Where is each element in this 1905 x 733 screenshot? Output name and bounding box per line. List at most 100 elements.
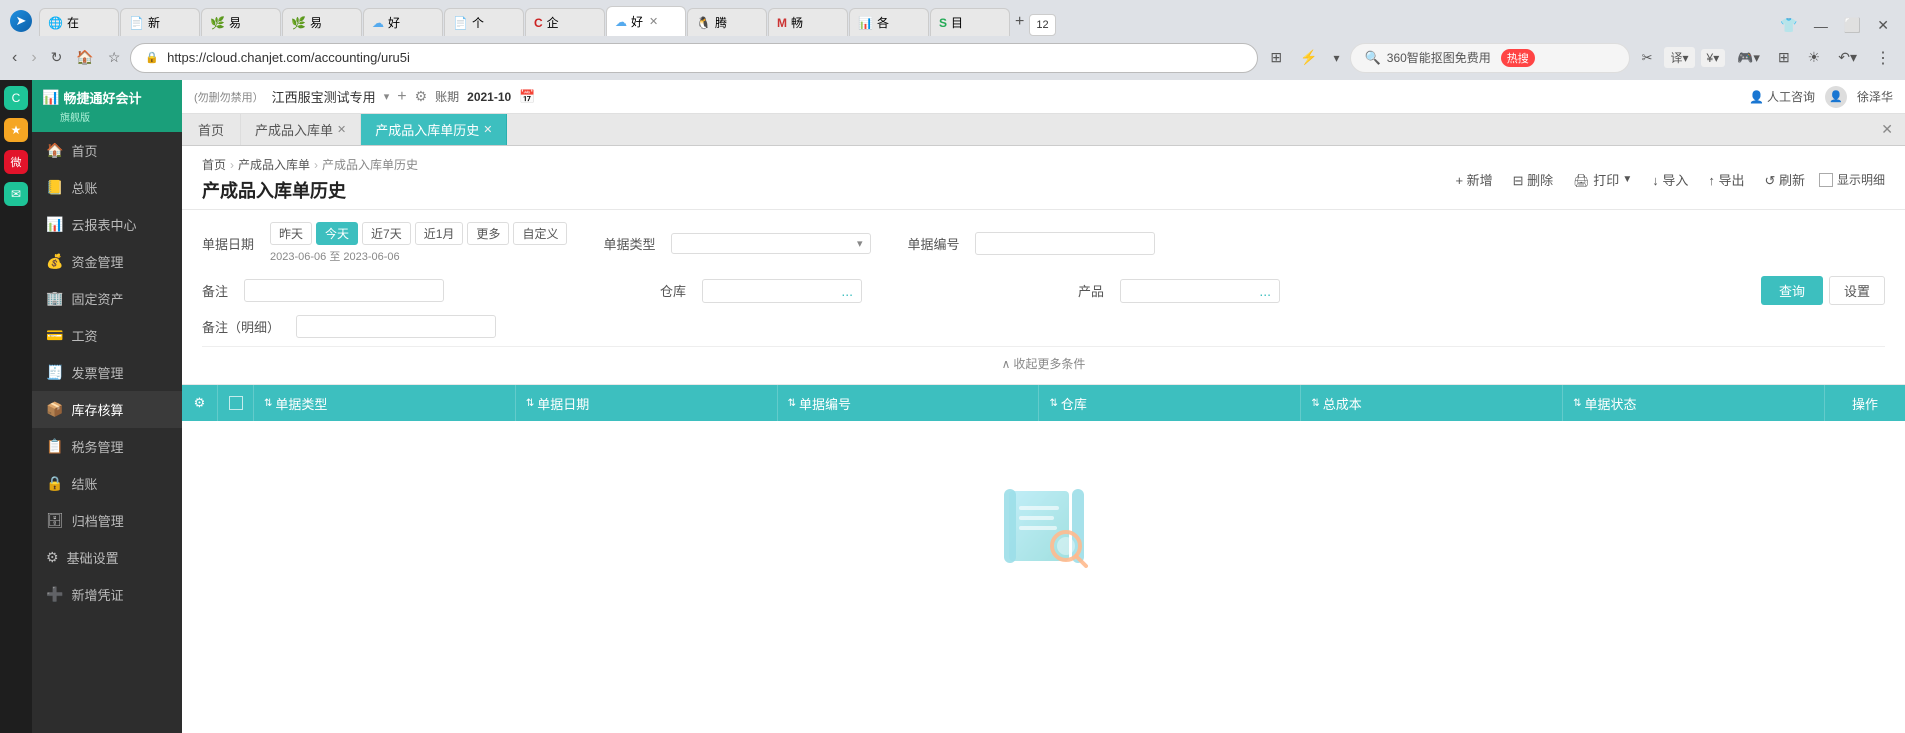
query-button[interactable]: 查询 — [1761, 276, 1823, 305]
tab-8-close[interactable]: ✕ — [649, 15, 658, 28]
th-settings[interactable]: ⚙ — [182, 385, 218, 421]
nav-forward[interactable]: › — [27, 47, 40, 69]
lightning-icon[interactable]: ⚡ — [1294, 47, 1323, 68]
sidebar-item-fixed-assets[interactable]: 🏢 固定资产 — [32, 280, 182, 317]
date-btn-more[interactable]: 更多 — [467, 222, 509, 245]
sidebar-item-payroll[interactable]: 💳 工资 — [32, 317, 182, 354]
tab-inventory-history[interactable]: 产成品入库单历史 ✕ — [361, 114, 507, 145]
th-status[interactable]: ⇅ 单据状态 — [1563, 385, 1825, 421]
tab-1[interactable]: 🌐 在 — [39, 8, 119, 36]
tab-11[interactable]: 📊 各 — [849, 8, 929, 36]
import-button[interactable]: ↓ 导入 — [1646, 167, 1694, 192]
show-detail-checkbox[interactable] — [1819, 173, 1833, 187]
num-input[interactable] — [975, 232, 1155, 255]
th-cost[interactable]: ⇅ 总成本 — [1301, 385, 1563, 421]
company-dropdown-icon[interactable]: ▾ — [384, 90, 390, 103]
th-type[interactable]: ⇅ 单据类型 — [254, 385, 516, 421]
breadcrumb-inventory[interactable]: 产成品入库单 — [238, 156, 310, 173]
sidebar-item-new-voucher[interactable]: ➕ 新增凭证 — [32, 576, 182, 613]
tab-10[interactable]: M 畅 — [768, 8, 848, 36]
tab-close-x[interactable]: ✕ — [1869, 114, 1905, 145]
maximize-button[interactable]: ⬜ — [1838, 15, 1867, 36]
apps-grid-icon[interactable]: ⊞ — [1772, 47, 1796, 68]
grid-icon[interactable]: ⊞ — [1264, 47, 1288, 68]
avatar[interactable]: 👤 — [1825, 86, 1847, 108]
date-btn-7days[interactable]: 近7天 — [362, 222, 411, 245]
breadcrumb-home[interactable]: 首页 — [202, 156, 226, 173]
refresh-button[interactable]: ↺ 刷新 — [1758, 167, 1811, 192]
nav-home[interactable]: 🏠 — [72, 47, 97, 68]
tab-home[interactable]: 首页 — [182, 114, 241, 145]
company-name[interactable]: 江西服宝测试专用 — [272, 87, 376, 106]
sidebar-item-invoice[interactable]: 🧾 发票管理 — [32, 354, 182, 391]
tab-inventory-list[interactable]: 产成品入库单 ✕ — [241, 114, 361, 145]
remark-input[interactable] — [244, 279, 444, 302]
remark-detail-input[interactable] — [296, 315, 496, 338]
shirt-icon[interactable]: 👕 — [1774, 15, 1803, 36]
yuan-icon[interactable]: ¥▾ — [1701, 49, 1726, 67]
th-check[interactable] — [218, 385, 254, 421]
tab-3[interactable]: 🌿 易 — [201, 8, 281, 36]
tab-4[interactable]: 🌿 易 — [282, 8, 362, 36]
warehouse-select[interactable]: ... — [702, 279, 862, 303]
header-checkbox[interactable] — [229, 396, 243, 410]
delete-button[interactable]: ⊟ 删除 — [1507, 167, 1560, 192]
tab-7[interactable]: C 企 — [525, 8, 605, 36]
sidebar-item-home[interactable]: 🏠 首页 — [32, 132, 182, 169]
export-button[interactable]: ↑ 导出 — [1702, 167, 1750, 192]
nav-refresh[interactable]: ↻ — [47, 47, 67, 68]
print-button[interactable]: 🖨 打印 ▼ — [1567, 167, 1638, 192]
sidebar-item-checkout[interactable]: 🔒 结账 — [32, 465, 182, 502]
calendar-icon[interactable]: 📅 — [519, 89, 535, 105]
game-icon[interactable]: 🎮▾ — [1731, 48, 1766, 68]
show-detail-toggle[interactable]: 显示明细 — [1819, 171, 1885, 188]
settings-button[interactable]: 设置 — [1829, 276, 1885, 305]
url-bar[interactable]: 🔒 https://cloud.chanjet.com/accounting/u… — [130, 43, 1258, 73]
product-select[interactable]: ... — [1120, 279, 1280, 303]
date-btn-today[interactable]: 今天 — [316, 222, 358, 245]
minimize-button[interactable]: — — [1808, 16, 1834, 36]
sidebar-item-inventory[interactable]: 📦 库存核算 — [32, 391, 182, 428]
new-tab-button[interactable]: + — [1011, 8, 1028, 36]
tab-inventory-list-close[interactable]: ✕ — [337, 123, 346, 136]
sidebar-item-tax[interactable]: 📋 税务管理 — [32, 428, 182, 465]
nav-back[interactable]: ‹ — [8, 47, 21, 69]
sidebar-item-cloud-report[interactable]: 📊 云报表中心 — [32, 206, 182, 243]
email-app-icon[interactable]: ✉ — [4, 182, 28, 206]
date-btn-yesterday[interactable]: 昨天 — [270, 222, 312, 245]
th-date[interactable]: ⇅ 单据日期 — [516, 385, 778, 421]
star-app-icon[interactable]: ★ — [4, 118, 28, 142]
chanjet-app-icon[interactable]: C — [4, 86, 28, 110]
tab-9[interactable]: 🐧 腾 — [687, 8, 767, 36]
sidebar-item-archive[interactable]: 🗄 归档管理 — [32, 502, 182, 539]
add-company-btn[interactable]: + — [397, 88, 406, 106]
sidebar-item-ledger[interactable]: 📒 总账 — [32, 169, 182, 206]
date-btn-custom[interactable]: 自定义 — [513, 222, 567, 245]
theme-icon[interactable]: ☀ — [1802, 47, 1827, 68]
tab-12[interactable]: S 目 — [930, 8, 1010, 36]
th-warehouse[interactable]: ⇅ 仓库 — [1039, 385, 1301, 421]
nav-bookmark[interactable]: ☆ — [104, 47, 125, 68]
date-btn-1month[interactable]: 近1月 — [415, 222, 464, 245]
tab-inventory-history-close[interactable]: ✕ — [483, 123, 492, 136]
scissors-icon[interactable]: ✂ — [1636, 48, 1659, 68]
account-settings-icon[interactable]: ⚙ — [415, 88, 428, 105]
tab-5[interactable]: ☁ 好 — [363, 8, 443, 36]
translate-icon[interactable]: 译▾ — [1664, 47, 1694, 68]
tab-2[interactable]: 📄 新 — [120, 8, 200, 36]
browser-nav-icon[interactable]: ➤ — [6, 6, 36, 36]
history-back-icon[interactable]: ↶▾ — [1832, 47, 1863, 68]
add-button[interactable]: + 新增 — [1449, 167, 1498, 192]
tab-8[interactable]: ☁ 好 ✕ — [606, 6, 686, 36]
collapse-button[interactable]: ∧ 收起更多条件 — [1002, 355, 1086, 372]
user-service-btn[interactable]: 👤 人工咨询 — [1749, 88, 1815, 105]
sidebar-item-basic-settings[interactable]: ⚙ 基础设置 — [32, 539, 182, 576]
type-select[interactable]: ▾ — [671, 233, 871, 254]
more-options-icon[interactable]: ⋮ — [1869, 46, 1897, 70]
tab-6[interactable]: 📄 个 — [444, 8, 524, 36]
address-dropdown[interactable]: ▾ — [1330, 49, 1344, 67]
sidebar-item-fund[interactable]: 💰 资金管理 — [32, 243, 182, 280]
th-num[interactable]: ⇅ 单据编号 — [778, 385, 1040, 421]
close-button[interactable]: ✕ — [1871, 15, 1895, 36]
weibo-app-icon[interactable]: 微 — [4, 150, 28, 174]
